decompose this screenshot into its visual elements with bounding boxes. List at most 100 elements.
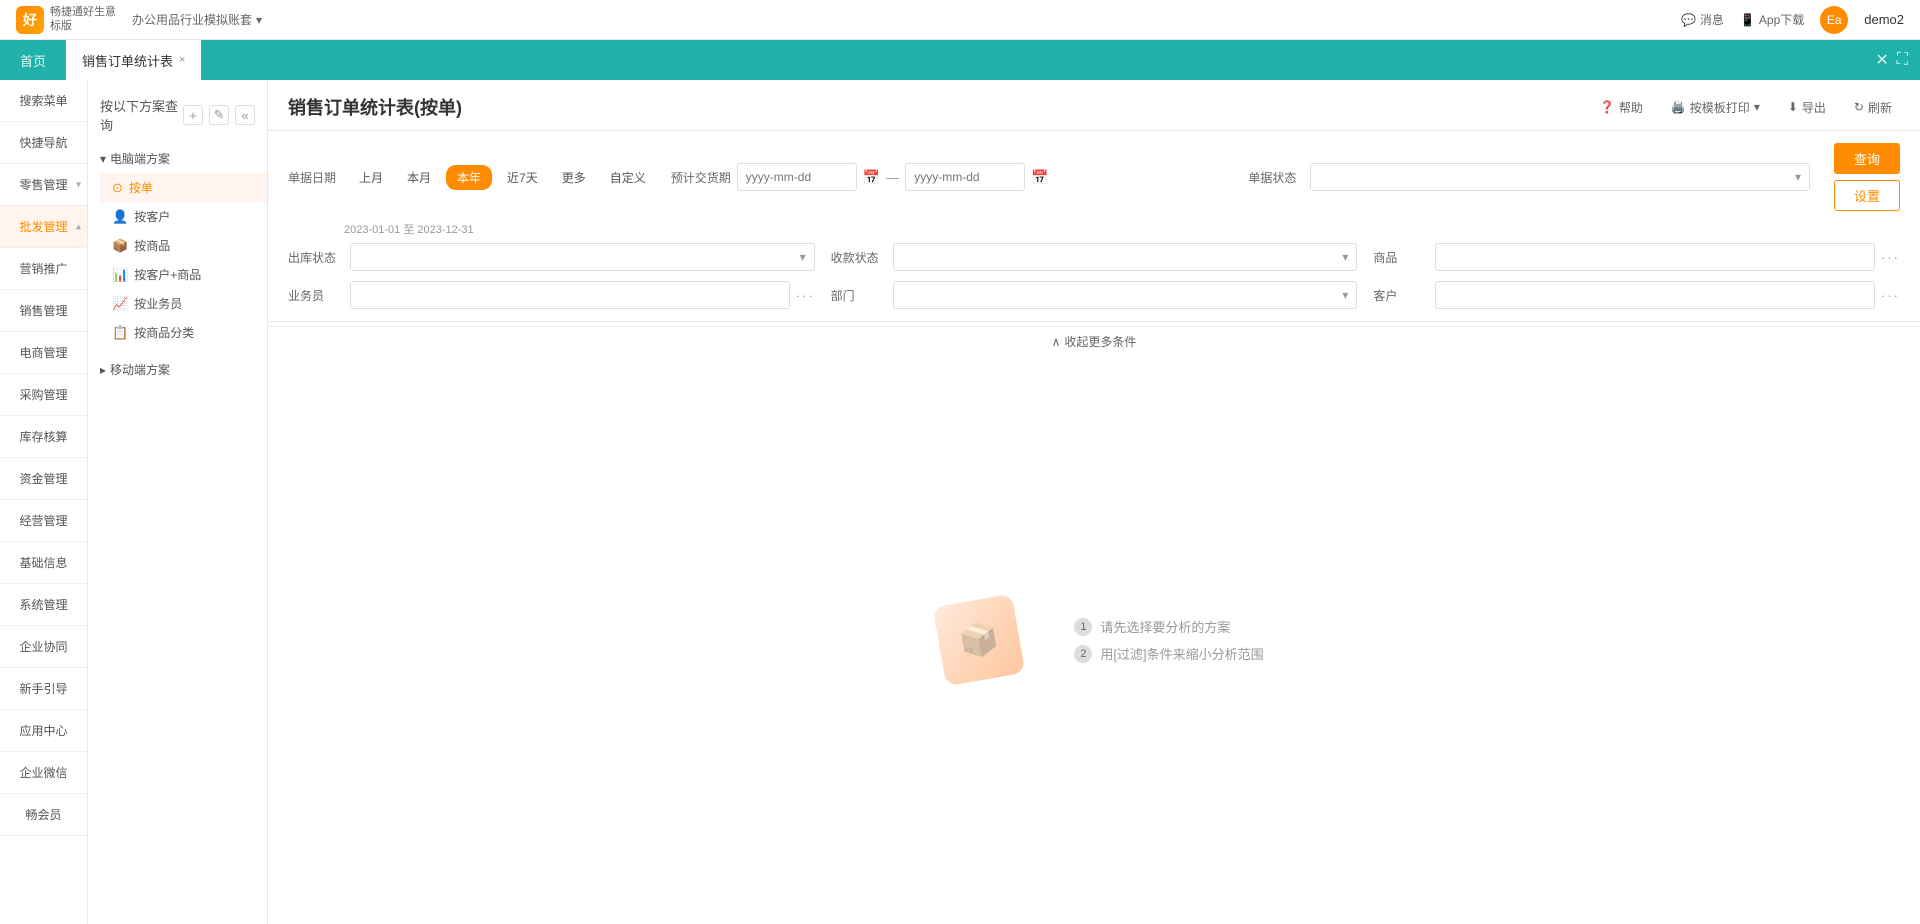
help-button[interactable]: ❓ 帮助 xyxy=(1592,95,1651,120)
top-bar: 好 畅捷通好生意 标版 办公用品行业模拟账套 ▾ 💬 消息 📱 App下载 Ea… xyxy=(0,0,1920,40)
print-dropdown-icon: ▾ xyxy=(1754,100,1760,114)
edit-scheme-button[interactable]: ✎ xyxy=(209,105,229,125)
tree-item-by-customer[interactable]: 👤 按客户 xyxy=(100,202,267,231)
sidebar-item-wechat[interactable]: 企业微信 xyxy=(0,752,87,794)
sidebar: 搜索菜单 快捷导航 零售管理 ▾ 批发管理 ▴ 营销推广 销售管理 电商管理 采… xyxy=(0,80,88,924)
product-more-icon[interactable]: ··· xyxy=(1881,250,1900,265)
sidebar-item-shortcuts[interactable]: 快捷导航 xyxy=(0,122,87,164)
chevron-up-icon: ▴ xyxy=(76,221,81,232)
print-icon: 🖨️ xyxy=(1671,100,1686,114)
refresh-button[interactable]: ↻ 刷新 xyxy=(1846,95,1900,120)
bill-status-select[interactable]: ▾ xyxy=(1310,163,1810,191)
tree-item-by-product[interactable]: 📦 按商品 xyxy=(100,231,267,260)
date-range-display: 2023-01-01 至 2023-12-31 xyxy=(288,221,1900,243)
add-scheme-button[interactable]: + xyxy=(183,105,203,125)
date-btn-7days[interactable]: 近7天 xyxy=(498,165,547,190)
sidebar-item-app-center[interactable]: 应用中心 xyxy=(0,710,87,752)
sidebar-item-label: 采购管理 xyxy=(8,386,79,403)
sidebar-item-search[interactable]: 搜索菜单 xyxy=(0,80,87,122)
product-input[interactable] xyxy=(1435,243,1875,271)
sidebar-item-finance[interactable]: 资金管理 xyxy=(0,458,87,500)
tree-section-mobile[interactable]: ▸ 移动端方案 xyxy=(88,355,267,384)
tree-section-pc[interactable]: ▾ 电脑端方案 xyxy=(88,144,267,173)
query-button[interactable]: 查询 xyxy=(1834,143,1900,174)
tip-num-2: 2 xyxy=(1074,645,1092,663)
collapse-panel-button[interactable]: « xyxy=(235,105,255,125)
window-close-icon[interactable]: ✕ xyxy=(1875,50,1888,70)
app-download-button[interactable]: 📱 App下载 xyxy=(1740,11,1804,28)
sidebar-item-system[interactable]: 系统管理 xyxy=(0,584,87,626)
sidebar-item-purchase[interactable]: 采购管理 xyxy=(0,374,87,416)
department-dropdown-icon: ▾ xyxy=(1342,288,1348,302)
customer-more-icon[interactable]: ··· xyxy=(1881,288,1900,303)
sidebar-item-label: 零售管理 xyxy=(8,176,79,193)
tree-item-icon: 📦 xyxy=(112,238,128,254)
department-label: 部门 xyxy=(831,287,887,304)
sidebar-item-label: 企业协同 xyxy=(8,638,79,655)
sidebar-item-label: 畅会员 xyxy=(8,806,79,823)
salesperson-input[interactable] xyxy=(350,281,790,309)
sidebar-item-wholesale[interactable]: 批发管理 ▴ xyxy=(0,206,87,248)
tree-item-by-order[interactable]: ⊙ 按单 xyxy=(100,173,267,202)
tab-sales-order-stats[interactable]: 销售订单统计表 × xyxy=(66,40,201,80)
customer-label: 客户 xyxy=(1373,287,1429,304)
date-btn-this-month[interactable]: 本月 xyxy=(398,165,440,190)
page-header: 销售订单统计表(按单) ❓ 帮助 🖨️ 按模板打印 ▾ ⬇ 导出 xyxy=(268,80,1920,131)
filter-col-date: 单据日期 上月 本月 本年 近7天 更多 自定义 xyxy=(288,165,655,190)
tab-home[interactable]: 首页 xyxy=(0,40,66,80)
tree-item-by-salesperson[interactable]: 📈 按业务员 xyxy=(100,289,267,318)
sidebar-item-enterprise[interactable]: 企业协同 xyxy=(0,626,87,668)
sidebar-item-ecommerce[interactable]: 电商管理 xyxy=(0,332,87,374)
expected-date-end-input[interactable] xyxy=(905,163,1025,191)
customer-input[interactable] xyxy=(1435,281,1875,309)
sidebar-item-label: 企业微信 xyxy=(8,764,79,781)
calendar-start-icon[interactable]: 📅 xyxy=(863,169,880,186)
tree-item-icon: 👤 xyxy=(112,209,128,225)
sidebar-item-guide[interactable]: 新手引导 xyxy=(0,668,87,710)
expected-date-start-input[interactable] xyxy=(737,163,857,191)
tab-bar: 首页 销售订单统计表 × ✕ ⛶ xyxy=(0,40,1920,80)
sidebar-item-label: 批发管理 xyxy=(8,218,79,235)
date-btn-custom[interactable]: 自定义 xyxy=(601,165,655,190)
salesperson-more-icon[interactable]: ··· xyxy=(796,288,815,303)
collapse-filter-button[interactable]: ∧ 收起更多条件 xyxy=(268,326,1920,356)
date-btn-this-year[interactable]: 本年 xyxy=(446,165,492,190)
tree-item-by-category[interactable]: 📋 按商品分类 xyxy=(100,318,267,347)
user-name[interactable]: demo2 xyxy=(1864,12,1904,27)
workspace-arrow-icon: ▾ xyxy=(256,13,262,27)
receipt-status-select[interactable]: ▾ xyxy=(893,243,1358,271)
print-button[interactable]: 🖨️ 按模板打印 ▾ xyxy=(1663,95,1768,120)
date-btn-last-month[interactable]: 上月 xyxy=(350,165,392,190)
sidebar-item-basic-info[interactable]: 基础信息 xyxy=(0,542,87,584)
sidebar-item-label: 资金管理 xyxy=(8,470,79,487)
settings-button[interactable]: 设置 xyxy=(1834,180,1900,211)
filter-col-salesperson: 业务员 ··· xyxy=(288,281,815,309)
sidebar-item-marketing[interactable]: 营销推广 xyxy=(0,248,87,290)
workspace-selector[interactable]: 办公用品行业模拟账套 ▾ xyxy=(124,7,270,32)
tree-item-by-customer-product[interactable]: 📊 按客户+商品 xyxy=(100,260,267,289)
filter-section: 单据日期 上月 本月 本年 近7天 更多 自定义 xyxy=(268,131,1920,356)
empty-tip-1: 1 请先选择要分析的方案 xyxy=(1074,617,1263,636)
tree-item-icon: 📈 xyxy=(112,296,128,312)
sidebar-item-label: 库存核算 xyxy=(8,428,79,445)
message-button[interactable]: 💬 消息 xyxy=(1681,11,1724,28)
sidebar-item-operations[interactable]: 经营管理 xyxy=(0,500,87,542)
date-btn-more[interactable]: 更多 xyxy=(553,165,595,190)
query-settings-group: 查询 设置 xyxy=(1834,143,1900,211)
out-status-select[interactable]: ▾ xyxy=(350,243,815,271)
chevron-down-icon: ▾ xyxy=(76,179,81,190)
top-bar-left: 好 畅捷通好生意 标版 办公用品行业模拟账套 ▾ xyxy=(16,6,270,34)
left-panel: 按以下方案查询 + ✎ « ▾ 电脑端方案 ⊙ 按单 👤 按客户 xyxy=(88,80,268,924)
tab-close-icon[interactable]: × xyxy=(179,54,185,66)
empty-state: 📦 1 请先选择要分析的方案 2 用[过滤]条件来缩小分析范围 xyxy=(268,356,1920,924)
expected-date-label: 预计交货期 xyxy=(671,169,731,186)
sidebar-item-member[interactable]: 畅会员 xyxy=(0,794,87,836)
sidebar-item-retail[interactable]: 零售管理 ▾ xyxy=(0,164,87,206)
sidebar-item-label: 新手引导 xyxy=(8,680,79,697)
sidebar-item-sales[interactable]: 销售管理 xyxy=(0,290,87,332)
department-select[interactable]: ▾ xyxy=(893,281,1358,309)
export-button[interactable]: ⬇ 导出 xyxy=(1780,95,1834,120)
sidebar-item-inventory[interactable]: 库存核算 xyxy=(0,416,87,458)
window-expand-icon[interactable]: ⛶ xyxy=(1897,51,1908,69)
calendar-end-icon[interactable]: 📅 xyxy=(1031,169,1048,186)
